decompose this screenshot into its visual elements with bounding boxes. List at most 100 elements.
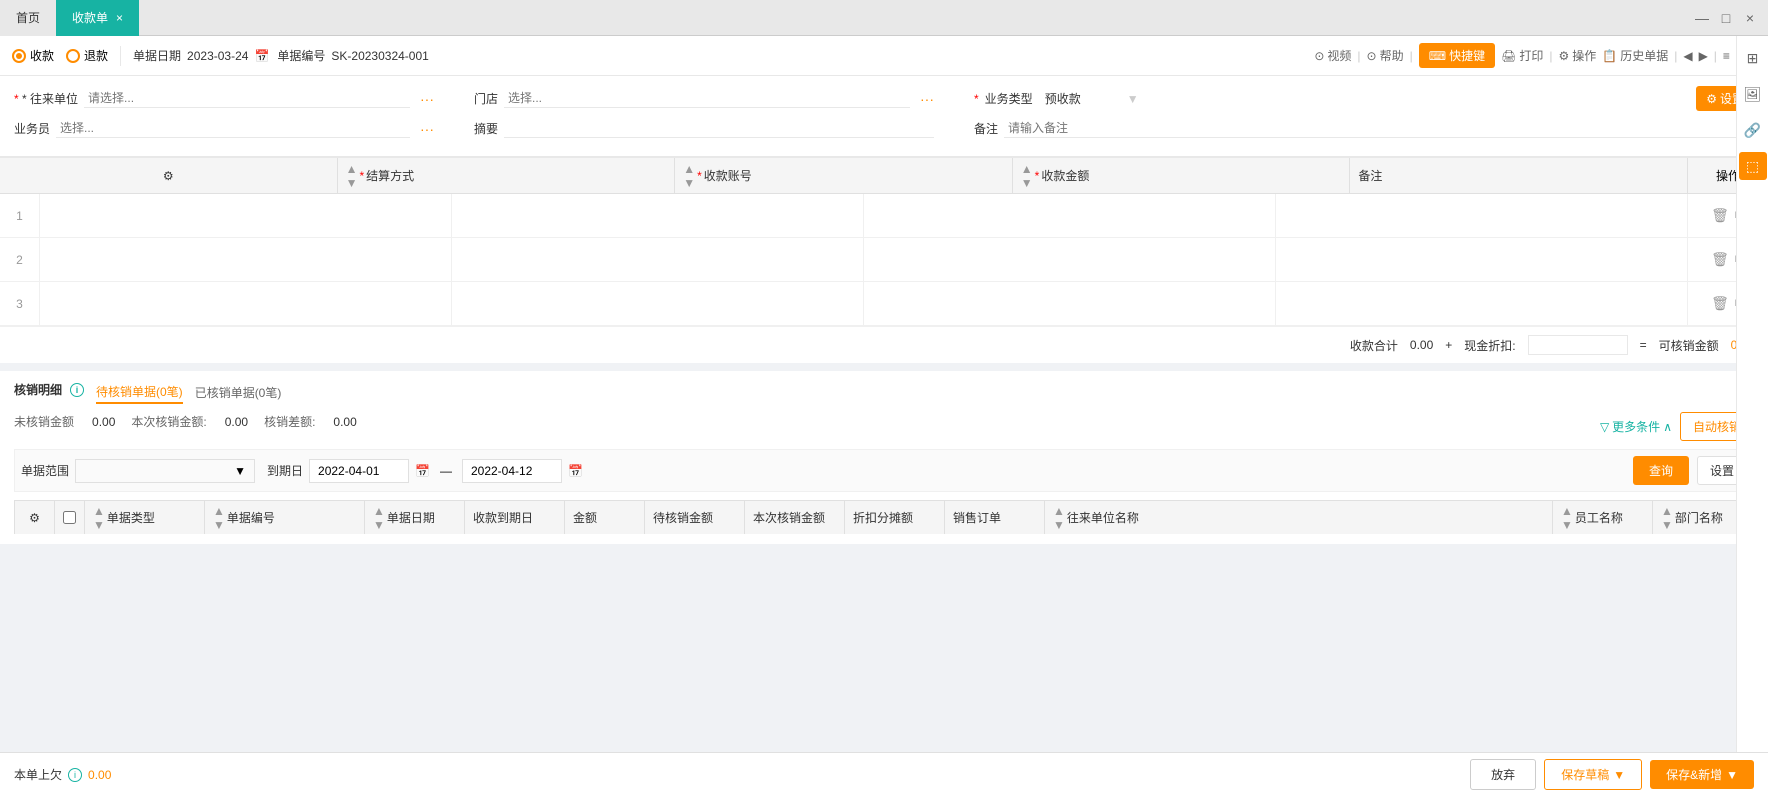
summary-input[interactable] xyxy=(504,119,934,138)
range-dropdown[interactable]: ▼ xyxy=(75,459,255,483)
radio-tuikuan[interactable]: 退款 xyxy=(66,47,108,64)
staff-more-icon[interactable]: ··· xyxy=(420,121,434,137)
btn-help[interactable]: ⊙ 帮助 xyxy=(1367,47,1404,64)
btn-next[interactable]: ▶ xyxy=(1699,49,1708,63)
tab-bar: 首页 收款单 × — □ × xyxy=(0,0,1768,36)
td-settlement-3 xyxy=(40,282,452,325)
total-label: 收款合计 xyxy=(1350,337,1398,354)
delete-icon-2[interactable]: 🗑 xyxy=(1711,251,1729,268)
discard-button[interactable]: 放弃 xyxy=(1470,759,1536,790)
rth-gear-icon: ⚙ xyxy=(29,511,40,525)
table-header: ⚙ ▲▼ * 结算方式 ▲▼ * 收款账号 ▲▼ * 收款金额 xyxy=(0,158,1768,194)
due-date-to[interactable] xyxy=(462,459,562,483)
help-icon: ⊙ xyxy=(1367,49,1377,63)
btn-print-label: 打印 xyxy=(1519,47,1543,64)
tab-done[interactable]: 已核销单据(0笔) xyxy=(195,384,282,403)
bottom-value: 0.00 xyxy=(88,768,111,782)
th-account: ▲▼ * 收款账号 xyxy=(675,158,1013,193)
tab-home[interactable]: 首页 xyxy=(0,0,56,36)
diff-value: 0.00 xyxy=(333,415,356,429)
radio-shoukuan[interactable]: 收款 xyxy=(12,47,54,64)
sidebar-table-icon[interactable]: ⊞ xyxy=(1739,44,1767,72)
maximize-button[interactable]: □ xyxy=(1716,8,1736,28)
biz-type-dropdown-icon[interactable]: ▼ xyxy=(1127,92,1139,106)
rth-duedate: 收款到期日 xyxy=(465,501,565,534)
toolbar-right: ⊙ 视频 | ⊙ 帮助 | ⌨ 快捷键 🖨 打印 | ⚙ 操作 📋 历史单据 |… xyxy=(1314,43,1756,68)
tab-shoukuan-label: 收款单 xyxy=(72,9,108,26)
delete-icon-1[interactable]: 🗑 xyxy=(1711,207,1729,224)
btn-video-label: 视频 xyxy=(1327,47,1351,64)
calendar-from-icon[interactable]: 📅 xyxy=(415,464,430,478)
draft-button[interactable]: 保存草稿 ▼ xyxy=(1544,759,1642,790)
sidebar-screen-icon[interactable]: ⬚ xyxy=(1739,152,1767,180)
date-range-separator: — xyxy=(440,464,452,478)
rth-staff: ▲▼ 员工名称 xyxy=(1553,501,1653,534)
minimize-button[interactable]: — xyxy=(1692,8,1712,28)
radio-dot-tuikuan xyxy=(66,49,80,63)
save-new-button[interactable]: 保存&新增 ▼ xyxy=(1650,760,1754,789)
right-sidebar: ⊞ 🖼 🔗 ⬚ xyxy=(1736,36,1768,752)
info-circle-icon[interactable]: i xyxy=(68,768,82,782)
this-time-value: 0.00 xyxy=(225,415,248,429)
rth-pending: 待核销金额 xyxy=(645,501,745,534)
td-settlement-2 xyxy=(40,238,452,281)
btn-actions[interactable]: ⚙ 操作 xyxy=(1558,47,1596,64)
remark-input[interactable] xyxy=(1004,119,1754,138)
btn-print[interactable]: 🖨 打印 xyxy=(1501,47,1543,64)
rth-type-label: 单据类型 xyxy=(107,509,155,526)
rth-pending-label: 待核销金额 xyxy=(653,509,713,526)
discount-input[interactable] xyxy=(1528,335,1628,355)
tab-pending[interactable]: 待核销单据(0笔) xyxy=(96,383,183,404)
due-date-from[interactable] xyxy=(309,459,409,483)
save-new-dropdown-icon[interactable]: ▼ xyxy=(1726,768,1738,782)
rth-partner-label: 往来单位名称 xyxy=(1067,509,1139,526)
more-conditions-btn[interactable]: ▽ 更多条件 ∧ xyxy=(1600,418,1672,435)
diff-label: 核销差额: xyxy=(264,413,315,430)
td-remarks-1 xyxy=(1276,194,1688,237)
tab-close-icon[interactable]: × xyxy=(116,11,123,25)
rth-num-label: 单据编号 xyxy=(227,509,275,526)
sidebar-image-icon[interactable]: 🖼 xyxy=(1739,80,1767,108)
table-row: 1 🗑 ⧉ xyxy=(0,194,1768,238)
rth-order-label: 销售订单 xyxy=(953,509,1001,526)
store-input[interactable] xyxy=(504,89,910,108)
partner-input[interactable] xyxy=(84,89,410,108)
due-date-filter: 到期日 📅 — 📅 xyxy=(267,459,583,483)
btn-history[interactable]: 📋 历史单据 xyxy=(1602,47,1668,64)
filter-icon: ▽ xyxy=(1600,420,1609,434)
bottom-left: 本单上欠 i 0.00 xyxy=(14,766,111,783)
staff-input[interactable] xyxy=(56,119,410,138)
recon-info-icon[interactable]: i xyxy=(70,383,84,397)
btn-prev[interactable]: ◀ xyxy=(1683,49,1692,63)
rth-amount: 金额 xyxy=(565,501,645,534)
query-button[interactable]: 查询 xyxy=(1633,456,1689,485)
btn-shortcuts[interactable]: ⌨ 快捷键 xyxy=(1419,43,1495,68)
delete-icon-3[interactable]: 🗑 xyxy=(1711,295,1729,312)
td-amount-3 xyxy=(864,282,1276,325)
auto-recon-label: 自动核销 xyxy=(1693,420,1741,434)
select-all-checkbox[interactable] xyxy=(63,511,76,524)
store-more-icon[interactable]: ··· xyxy=(920,91,934,107)
btn-list-view[interactable]: ≡ xyxy=(1723,49,1730,63)
radio-tuikuan-label: 退款 xyxy=(84,47,108,64)
radio-group: 收款 退款 xyxy=(12,47,108,64)
td-account-2 xyxy=(452,238,864,281)
th-settings[interactable]: ⚙ xyxy=(0,158,338,193)
td-remarks-2 xyxy=(1276,238,1688,281)
btn-video[interactable]: ⊙ 视频 xyxy=(1314,47,1351,64)
sidebar-link-icon[interactable]: 🔗 xyxy=(1739,116,1767,144)
biz-type-value: 预收款 xyxy=(1045,90,1081,107)
partner-more-icon[interactable]: ··· xyxy=(420,91,434,107)
available-label: 可核销金额 xyxy=(1659,337,1719,354)
tab-shoukuan[interactable]: 收款单 × xyxy=(56,0,139,36)
unverified-value: 0.00 xyxy=(92,415,115,429)
history-icon: 📋 xyxy=(1602,49,1617,63)
calendar-to-icon[interactable]: 📅 xyxy=(568,464,583,478)
calendar-icon[interactable]: 📅 xyxy=(254,49,269,63)
actions-icon: ⚙ xyxy=(1558,49,1569,63)
close-button[interactable]: × xyxy=(1740,8,1760,28)
draft-dropdown-icon[interactable]: ▼ xyxy=(1613,768,1625,782)
th-remarks: 备注 xyxy=(1350,158,1688,193)
rth-settings[interactable]: ⚙ xyxy=(15,501,55,534)
recon-stats: 未核销金额 0.00 本次核销金额: 0.00 核销差额: 0.00 xyxy=(14,413,357,430)
